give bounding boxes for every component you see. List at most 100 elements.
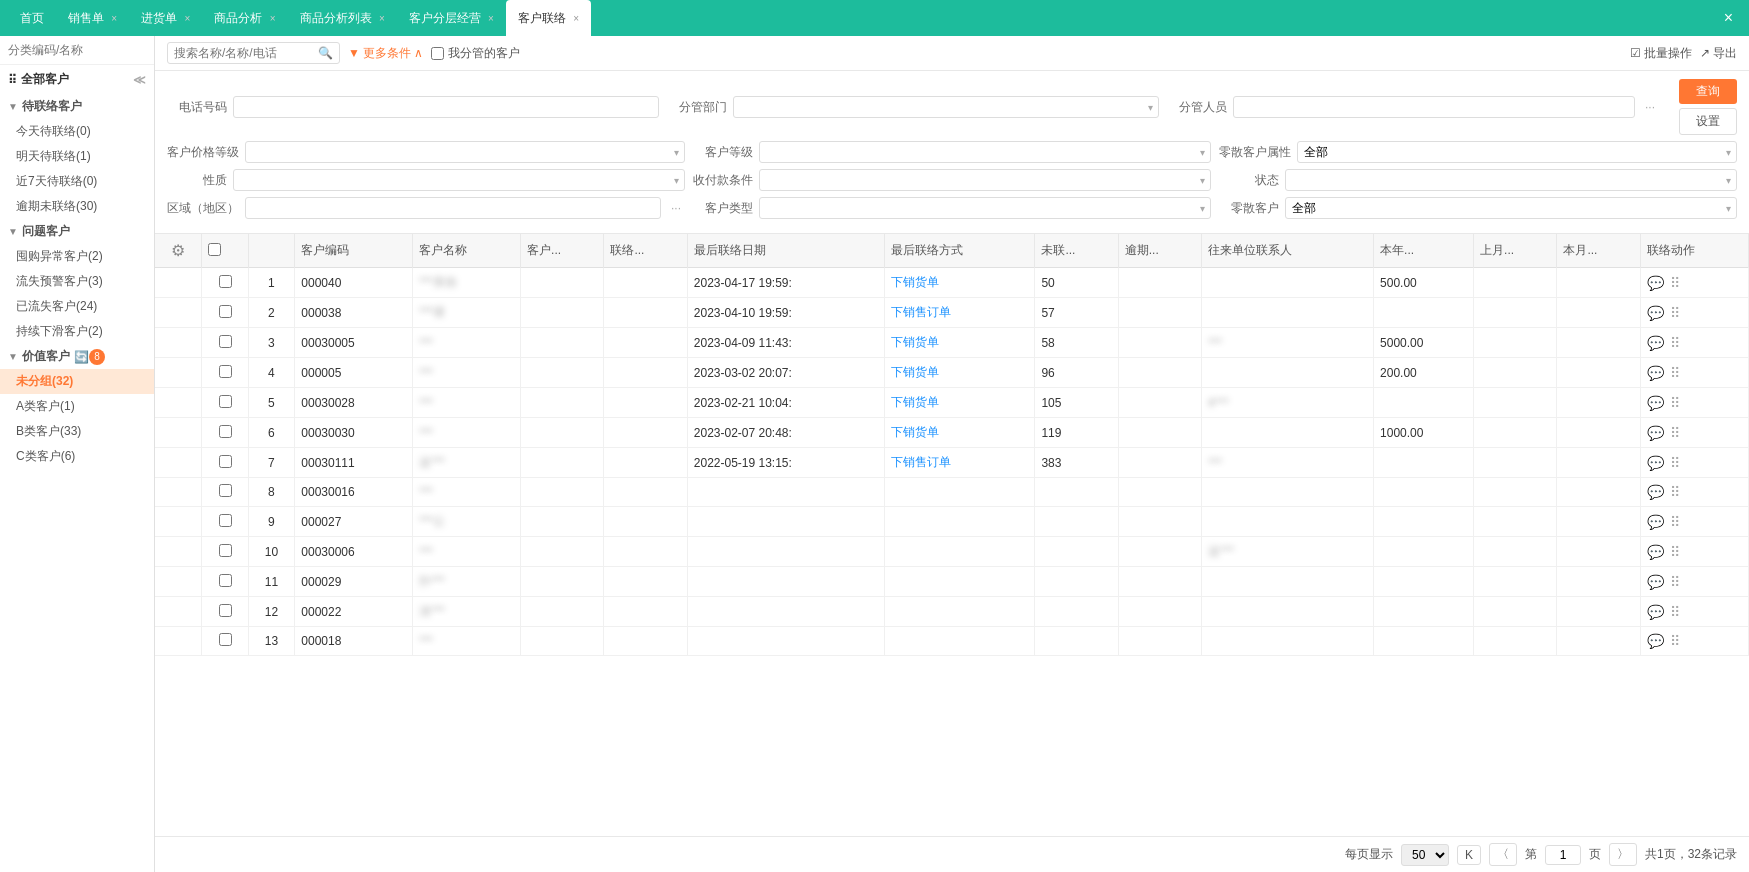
sidebar-item-declining[interactable]: 持续下滑客户(2) bbox=[0, 319, 154, 344]
more-icon[interactable]: ⠿ bbox=[1670, 395, 1680, 411]
more-filter-btn[interactable]: ▼ 更多条件 ∧ bbox=[348, 45, 423, 62]
more-icon[interactable]: ⠿ bbox=[1670, 604, 1680, 620]
close-product-analysis-tab[interactable]: × bbox=[270, 13, 276, 24]
contact-method-link[interactable]: 下销货单 bbox=[891, 275, 939, 289]
sidebar-item-ungrouped[interactable]: 未分组(32) bbox=[0, 369, 154, 394]
contact-method-link[interactable]: 下销货单 bbox=[891, 425, 939, 439]
sidebar-group-value[interactable]: ▼ 价值客户 🔄 8 bbox=[0, 344, 154, 369]
row-checkbox[interactable] bbox=[219, 455, 232, 468]
window-close[interactable]: × bbox=[1716, 9, 1741, 27]
filter-nature-select[interactable] bbox=[233, 169, 685, 191]
row-checkbox[interactable] bbox=[219, 604, 232, 617]
sidebar-group-problem[interactable]: ▼ 问题客户 bbox=[0, 219, 154, 244]
more-icon[interactable]: ⠿ bbox=[1670, 305, 1680, 321]
more-icon[interactable]: ⠿ bbox=[1670, 365, 1680, 381]
row-checkbox[interactable] bbox=[219, 514, 232, 527]
toolbar-search-icon[interactable]: 🔍 bbox=[318, 46, 333, 60]
per-page-select[interactable]: 50 bbox=[1401, 844, 1449, 866]
tab-sales[interactable]: 销售单 × bbox=[56, 0, 129, 36]
tab-purchase[interactable]: 进货单 × bbox=[129, 0, 202, 36]
filter-scatter-customer-select[interactable]: 全部 bbox=[1285, 197, 1737, 219]
prev-page-btn[interactable]: 〈 bbox=[1489, 843, 1517, 866]
sidebar-collapse-icon[interactable]: ≪ bbox=[133, 73, 146, 87]
filter-price-level-select[interactable] bbox=[245, 141, 685, 163]
contact-method-link[interactable]: 下销货单 bbox=[891, 395, 939, 409]
message-icon[interactable]: 💬 bbox=[1647, 514, 1664, 530]
sidebar-item-today-pending[interactable]: 今天待联络(0) bbox=[0, 119, 154, 144]
filter-status-select[interactable] bbox=[1285, 169, 1737, 191]
sidebar-group-pending[interactable]: ▼ 待联络客户 bbox=[0, 94, 154, 119]
more-icon[interactable]: ⠿ bbox=[1670, 514, 1680, 530]
contact-method-link[interactable]: 下销售订单 bbox=[891, 305, 951, 319]
message-icon[interactable]: 💬 bbox=[1647, 425, 1664, 441]
sidebar-item-churn-warning[interactable]: 流失预警客户(3) bbox=[0, 269, 154, 294]
value-group-refresh[interactable]: 🔄 bbox=[74, 350, 89, 364]
close-product-analysis-list-tab[interactable]: × bbox=[379, 13, 385, 24]
row-checkbox[interactable] bbox=[219, 425, 232, 438]
contact-method-link[interactable]: 下销货单 bbox=[891, 335, 939, 349]
row-checkbox[interactable] bbox=[219, 633, 232, 646]
filter-scatter-attr-select[interactable]: 全部 bbox=[1297, 141, 1737, 163]
close-customer-contact-tab[interactable]: × bbox=[573, 13, 579, 24]
page-number-input[interactable] bbox=[1545, 845, 1581, 865]
message-icon[interactable]: 💬 bbox=[1647, 574, 1664, 590]
query-button[interactable]: 查询 bbox=[1679, 79, 1737, 104]
message-icon[interactable]: 💬 bbox=[1647, 395, 1664, 411]
message-icon[interactable]: 💬 bbox=[1647, 275, 1664, 291]
tab-customer-contact[interactable]: 客户联络 × bbox=[506, 0, 591, 36]
row-checkbox[interactable] bbox=[219, 365, 232, 378]
more-icon[interactable]: ⠿ bbox=[1670, 455, 1680, 471]
filter-region-input[interactable] bbox=[245, 197, 661, 219]
message-icon[interactable]: 💬 bbox=[1647, 335, 1664, 351]
row-checkbox[interactable] bbox=[219, 484, 232, 497]
export-btn[interactable]: ↗ 导出 bbox=[1700, 45, 1737, 62]
tab-customer-tier[interactable]: 客户分层经营 × bbox=[397, 0, 506, 36]
row-checkbox[interactable] bbox=[219, 305, 232, 318]
gear-icon[interactable]: ⚙ bbox=[171, 242, 185, 259]
filter-customer-level-select[interactable] bbox=[759, 141, 1211, 163]
search-input[interactable] bbox=[174, 46, 314, 60]
filter-phone-input[interactable] bbox=[233, 96, 659, 118]
filter-payment-select[interactable] bbox=[759, 169, 1211, 191]
row-checkbox[interactable] bbox=[219, 544, 232, 557]
filter-manager-input[interactable] bbox=[1233, 96, 1635, 118]
message-icon[interactable]: 💬 bbox=[1647, 633, 1664, 649]
sidebar-item-churned[interactable]: 已流失客户(24) bbox=[0, 294, 154, 319]
more-icon[interactable]: ⠿ bbox=[1670, 425, 1680, 441]
more-icon[interactable]: ⠿ bbox=[1670, 335, 1680, 351]
close-sales-tab[interactable]: × bbox=[111, 13, 117, 24]
my-customers-checkbox-label[interactable]: 我分管的客户 bbox=[431, 45, 520, 62]
more-icon[interactable]: ⠿ bbox=[1670, 275, 1680, 291]
row-checkbox[interactable] bbox=[219, 574, 232, 587]
batch-operation-btn[interactable]: ☑ 批量操作 bbox=[1630, 45, 1692, 62]
filter-region-dots[interactable]: ··· bbox=[667, 201, 685, 215]
message-icon[interactable]: 💬 bbox=[1647, 604, 1664, 620]
next-page-btn[interactable]: 〉 bbox=[1609, 843, 1637, 866]
message-icon[interactable]: 💬 bbox=[1647, 484, 1664, 500]
my-customers-checkbox[interactable] bbox=[431, 47, 444, 60]
message-icon[interactable]: 💬 bbox=[1647, 544, 1664, 560]
message-icon[interactable]: 💬 bbox=[1647, 305, 1664, 321]
sidebar-search-input[interactable] bbox=[8, 43, 155, 57]
tab-product-analysis-list[interactable]: 商品分析列表 × bbox=[288, 0, 397, 36]
sidebar-item-b-class[interactable]: B类客户(33) bbox=[0, 419, 154, 444]
sidebar-all-customers[interactable]: ⠿ 全部客户 ≪ bbox=[0, 65, 154, 94]
sidebar-item-c-class[interactable]: C类客户(6) bbox=[0, 444, 154, 469]
first-page-btn[interactable]: K bbox=[1457, 845, 1481, 865]
row-checkbox[interactable] bbox=[219, 335, 232, 348]
tab-home[interactable]: 首页 bbox=[8, 0, 56, 36]
sidebar-item-tomorrow-pending[interactable]: 明天待联络(1) bbox=[0, 144, 154, 169]
sidebar-item-7day-pending[interactable]: 近7天待联络(0) bbox=[0, 169, 154, 194]
tab-product-analysis[interactable]: 商品分析 × bbox=[202, 0, 287, 36]
filter-customer-type-select[interactable] bbox=[759, 197, 1211, 219]
sidebar-item-a-class[interactable]: A类客户(1) bbox=[0, 394, 154, 419]
message-icon[interactable]: 💬 bbox=[1647, 365, 1664, 381]
close-purchase-tab[interactable]: × bbox=[185, 13, 191, 24]
more-icon[interactable]: ⠿ bbox=[1670, 574, 1680, 590]
close-customer-tier-tab[interactable]: × bbox=[488, 13, 494, 24]
contact-method-link[interactable]: 下销货单 bbox=[891, 365, 939, 379]
more-icon[interactable]: ⠿ bbox=[1670, 633, 1680, 649]
row-checkbox[interactable] bbox=[219, 275, 232, 288]
sidebar-item-overdue-pending[interactable]: 逾期未联络(30) bbox=[0, 194, 154, 219]
reset-button[interactable]: 设置 bbox=[1679, 108, 1737, 135]
